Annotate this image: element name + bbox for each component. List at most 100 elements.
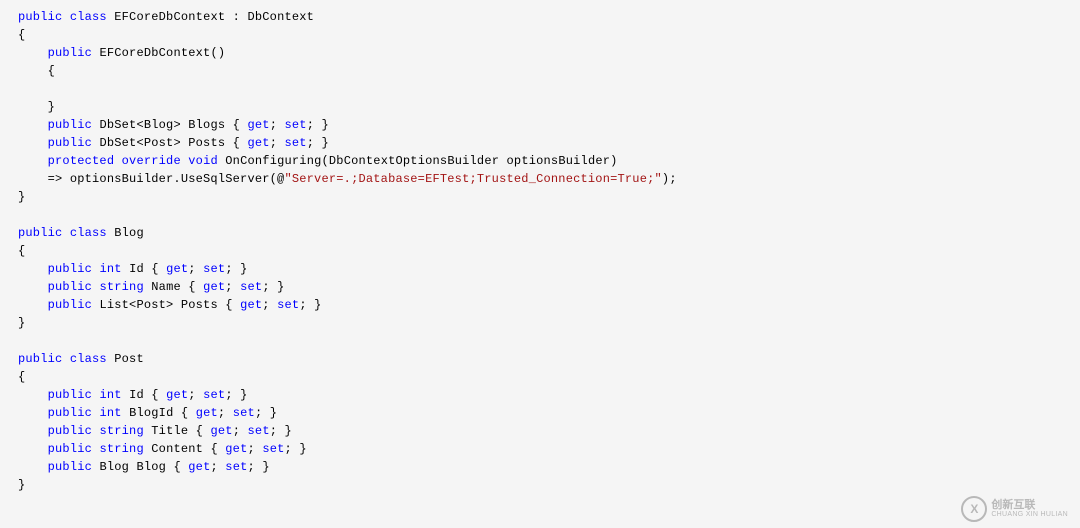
code-token-kw: public <box>48 442 92 456</box>
code-token-kw: public <box>48 298 92 312</box>
code-line: } <box>18 188 1080 206</box>
code-token-str: "Server=.;Database=EFTest;Trusted_Connec… <box>284 172 661 186</box>
code-token-kw: set <box>203 262 225 276</box>
code-token-ident: ; } <box>255 406 277 420</box>
code-token-ident: ; <box>188 262 203 276</box>
watermark-icon: X <box>961 496 987 522</box>
code-token-punct: { <box>18 244 25 258</box>
code-token-ident: Blog <box>114 226 144 240</box>
code-token-kw: int <box>99 262 121 276</box>
code-block: public class EFCoreDbContext : DbContext… <box>0 0 1080 502</box>
code-token-ident: Blog Blog { <box>99 460 188 474</box>
code-token-ident: ; } <box>285 442 307 456</box>
code-line: public class Post <box>18 350 1080 368</box>
code-token-kw: int <box>99 388 121 402</box>
code-line: } <box>18 476 1080 494</box>
code-token-ident: ; } <box>270 424 292 438</box>
code-token-ident: ; <box>262 298 277 312</box>
code-token-ident: Id { <box>129 388 166 402</box>
code-token-ident: EFCoreDbContext : DbContext <box>114 10 314 24</box>
code-token-kw: void <box>188 154 218 168</box>
code-token-ident: ; <box>210 460 225 474</box>
watermark: X 创新互联 CHUANG XIN HULIAN <box>961 496 1068 522</box>
code-token-kw: public <box>48 388 92 402</box>
code-line: public int Id { get; set; } <box>18 260 1080 278</box>
code-token-kw: set <box>285 118 307 132</box>
code-token-kw: string <box>99 424 143 438</box>
watermark-en: CHUANG XIN HULIAN <box>991 511 1068 518</box>
code-line: public class Blog <box>18 224 1080 242</box>
code-token-ident: Name { <box>151 280 203 294</box>
code-line: { <box>18 242 1080 260</box>
code-token-kw: get <box>188 460 210 474</box>
code-token-kw: public <box>48 136 92 150</box>
code-token-kw: get <box>210 424 232 438</box>
code-token-ident: ; } <box>307 118 329 132</box>
code-line: { <box>18 62 1080 80</box>
code-token-kw: string <box>99 442 143 456</box>
code-token-kw: int <box>99 406 121 420</box>
code-token-kw: public <box>48 406 92 420</box>
code-token-ident: ; <box>233 424 248 438</box>
code-token-punct: { <box>18 28 25 42</box>
code-token-punct: { <box>18 370 25 384</box>
code-token-kw: set <box>248 424 270 438</box>
code-token-kw: get <box>166 388 188 402</box>
code-token-kw: set <box>262 442 284 456</box>
code-token-kw: set <box>203 388 225 402</box>
code-token-ident: ; } <box>225 388 247 402</box>
code-token-ident: EFCoreDbContext() <box>99 46 225 60</box>
code-line <box>18 80 1080 98</box>
code-token-kw: get <box>247 118 269 132</box>
code-token-ident: ; } <box>307 136 329 150</box>
code-token-ident: List<Post> Posts { <box>99 298 240 312</box>
code-token-kw: public <box>48 46 92 60</box>
code-line: public DbSet<Blog> Blogs { get; set; } <box>18 116 1080 134</box>
code-token-kw: protected <box>48 154 115 168</box>
watermark-text: 创新互联 CHUANG XIN HULIAN <box>991 500 1068 518</box>
code-line: public DbSet<Post> Posts { get; set; } <box>18 134 1080 152</box>
code-token-ident: ; } <box>248 460 270 474</box>
code-token-ident: Id { <box>129 262 166 276</box>
code-token-kw: set <box>225 460 247 474</box>
code-line: public List<Post> Posts { get; set; } <box>18 296 1080 314</box>
code-line <box>18 332 1080 350</box>
code-token-ident: => optionsBuilder.UseSqlServer(@ <box>48 172 285 186</box>
code-token-punct: } <box>18 316 25 330</box>
code-token-kw: public <box>48 118 92 132</box>
code-token-kw: public <box>48 460 92 474</box>
code-line: public class EFCoreDbContext : DbContext <box>18 8 1080 26</box>
code-token-kw: override <box>122 154 181 168</box>
code-token-ident: Post <box>114 352 144 366</box>
code-token-ident: BlogId { <box>129 406 196 420</box>
code-token-kw: string <box>99 280 143 294</box>
code-token-ident: ); <box>662 172 677 186</box>
code-token-ident: ; <box>248 442 263 456</box>
code-token-kw: get <box>240 298 262 312</box>
code-line: public string Title { get; set; } <box>18 422 1080 440</box>
code-token-punct: } <box>48 100 55 114</box>
code-token-kw: public <box>48 424 92 438</box>
code-token-kw: get <box>166 262 188 276</box>
watermark-icon-letter: X <box>970 500 978 518</box>
code-token-kw: public <box>18 226 62 240</box>
code-line <box>18 206 1080 224</box>
code-line: protected override void OnConfiguring(Db… <box>18 152 1080 170</box>
code-line: public string Content { get; set; } <box>18 440 1080 458</box>
code-token-kw: get <box>196 406 218 420</box>
code-token-kw: public <box>18 352 62 366</box>
code-token-punct: } <box>18 478 25 492</box>
code-token-ident: DbSet<Post> Posts { <box>99 136 247 150</box>
code-token-ident: ; <box>225 280 240 294</box>
code-token-kw: public <box>48 262 92 276</box>
code-token-ident: OnConfiguring(DbContextOptionsBuilder op… <box>225 154 617 168</box>
code-token-ident: ; <box>270 136 285 150</box>
code-line: public int Id { get; set; } <box>18 386 1080 404</box>
code-line: public Blog Blog { get; set; } <box>18 458 1080 476</box>
code-token-ident: ; } <box>262 280 284 294</box>
code-line: public EFCoreDbContext() <box>18 44 1080 62</box>
code-token-ident: ; } <box>299 298 321 312</box>
code-token-kw: public <box>18 10 62 24</box>
code-token-kw: class <box>70 10 107 24</box>
code-token-kw: set <box>240 280 262 294</box>
